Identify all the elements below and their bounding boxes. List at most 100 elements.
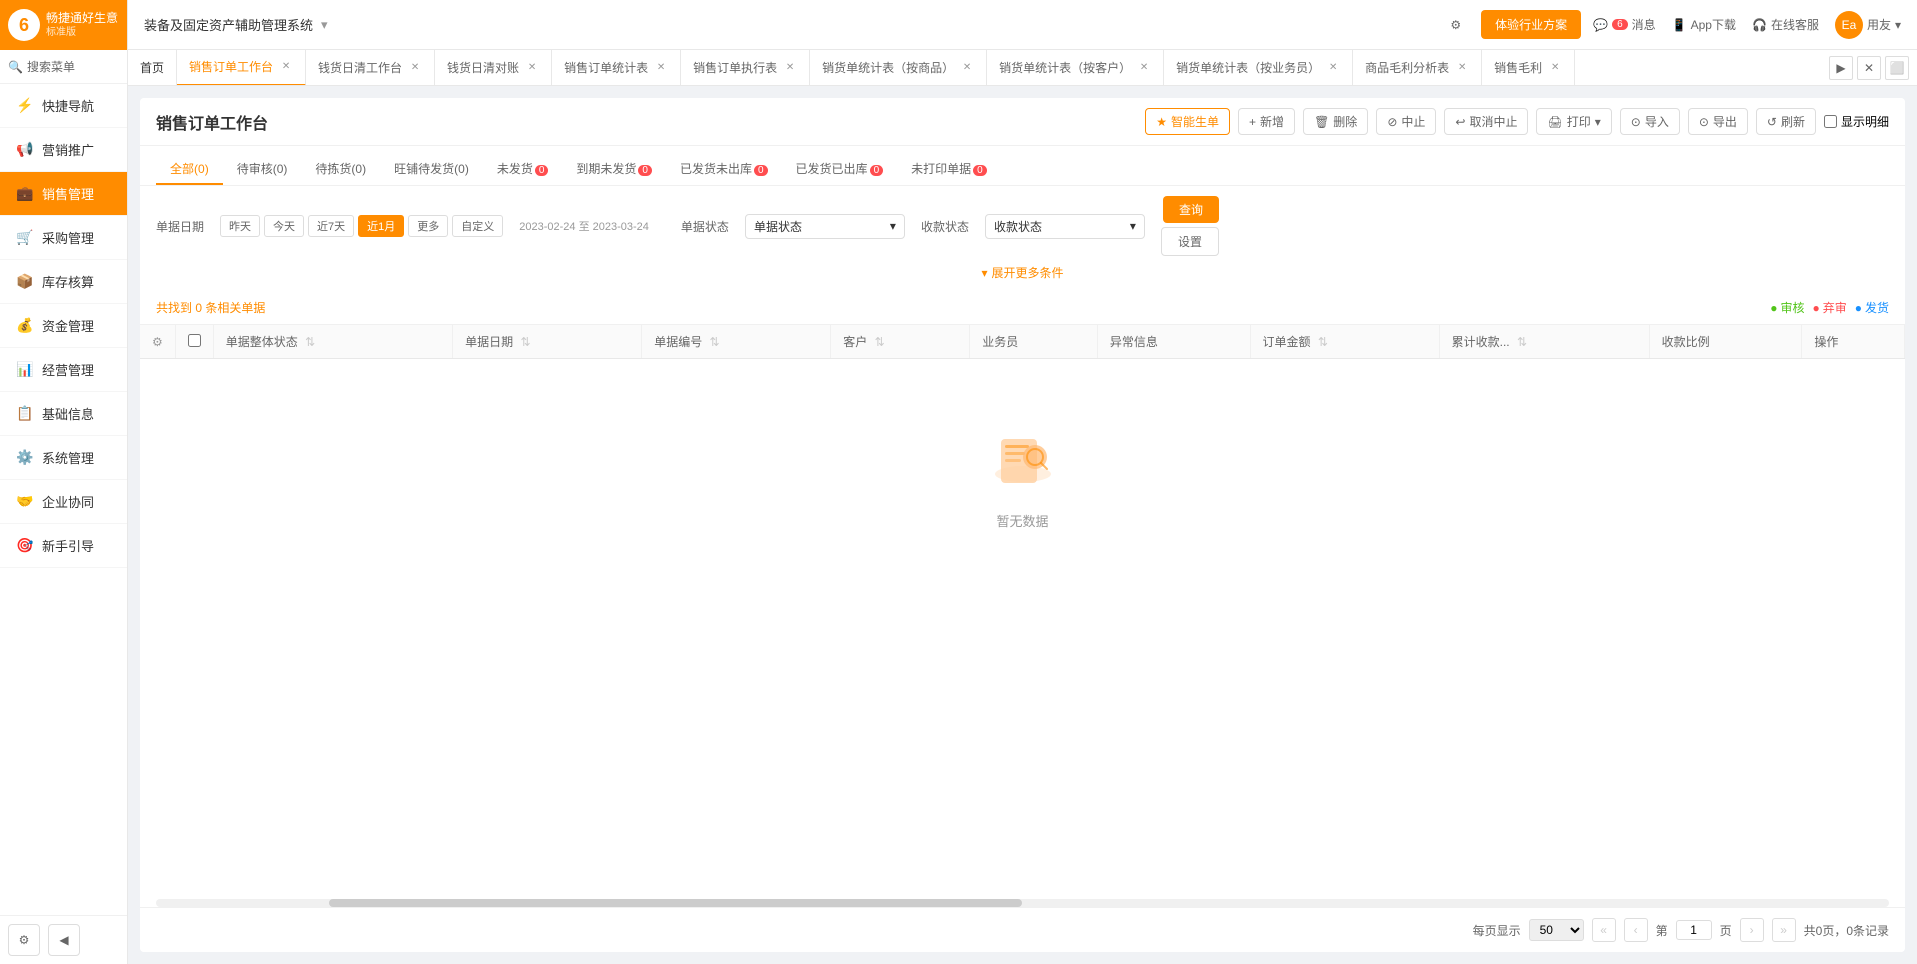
sidebar-item-purchase[interactable]: 🛒 采购管理 xyxy=(0,216,127,260)
tab-sales-by-product[interactable]: 销货单统计表（按商品） ✕ xyxy=(810,50,987,86)
date-btn-yesterday[interactable]: 昨天 xyxy=(220,215,260,237)
tab-close-all-btn[interactable]: ✕ xyxy=(1857,56,1881,80)
show-detail-label[interactable]: 显示明细 xyxy=(1824,113,1889,130)
tab-close-cash-reconcile[interactable]: ✕ xyxy=(525,61,539,75)
sidebar-item-basic-info[interactable]: 📋 基础信息 xyxy=(0,392,127,436)
date-btn-1month[interactable]: 近1月 xyxy=(358,215,404,237)
amount-sort-icon[interactable]: ⇅ xyxy=(1318,335,1328,349)
status-select[interactable]: 单据状态 ▾ xyxy=(745,214,905,239)
tab-close-sales-by-product[interactable]: ✕ xyxy=(960,61,974,75)
tab-cash-daily[interactable]: 钱货日清工作台 ✕ xyxy=(306,50,435,86)
tab-home[interactable]: 首页 xyxy=(128,50,177,86)
date-btn-custom[interactable]: 自定义 xyxy=(452,215,503,237)
sidebar-item-guide[interactable]: 🎯 新手引导 xyxy=(0,524,127,568)
ship-btn[interactable]: ● 发货 xyxy=(1855,299,1889,316)
horizontal-scrollbar[interactable] xyxy=(156,899,1889,907)
show-detail-checkbox[interactable] xyxy=(1824,115,1837,128)
sidebar-item-operations[interactable]: 📊 经营管理 xyxy=(0,348,127,392)
date-range-group: 昨天 今天 近7天 近1月 更多 自定义 xyxy=(220,215,503,237)
delete-btn[interactable]: 🗑 删除 xyxy=(1303,108,1368,135)
date-btn-7days[interactable]: 近7天 xyxy=(308,215,354,237)
filter-tab-not-shipped[interactable]: 未发货0 xyxy=(483,154,563,185)
payment-select[interactable]: 收款状态 ▾ xyxy=(985,214,1145,239)
page-size-select[interactable]: 50 100 200 xyxy=(1529,919,1584,941)
filter-tab-not-printed[interactable]: 未打印单据0 xyxy=(897,154,1001,185)
system-dropdown-arrow[interactable]: ▾ xyxy=(321,17,328,33)
collected-sort-icon[interactable]: ⇅ xyxy=(1517,335,1527,349)
online-service-btn[interactable]: 🎧 在线客服 xyxy=(1752,16,1819,33)
tab-sales-by-customer[interactable]: 销货单统计表（按客户） ✕ xyxy=(987,50,1164,86)
smart-gen-btn[interactable]: ★ 智能生单 xyxy=(1145,108,1230,135)
tab-close-sales-by-staff[interactable]: ✕ xyxy=(1326,61,1340,75)
experience-btn[interactable]: 体验行业方案 xyxy=(1481,10,1581,39)
sidebar-search[interactable]: 🔍 搜索菜单 xyxy=(0,50,127,84)
cancel-pause-btn[interactable]: ↩ 取消中止 xyxy=(1444,108,1528,135)
tab-gross-margin[interactable]: 商品毛利分析表 ✕ xyxy=(1353,50,1482,86)
briefcase-icon: 💼 xyxy=(16,185,34,202)
sidebar-item-marketing[interactable]: 📢 营销推广 xyxy=(0,128,127,172)
pause-btn[interactable]: ⊘ 中止 xyxy=(1376,108,1436,135)
first-page-btn[interactable]: « xyxy=(1592,918,1616,942)
main-content: 装备及固定资产辅助管理系统 ▾ ⚙ 体验行业方案 💬 6 消息 📱 App下载 … xyxy=(128,0,1917,964)
export-btn[interactable]: ⊙ 导出 xyxy=(1688,108,1748,135)
tab-close-sales-profit[interactable]: ✕ xyxy=(1548,61,1562,75)
page-number-input[interactable] xyxy=(1676,920,1712,940)
search-btn[interactable]: 查询 xyxy=(1163,196,1219,223)
add-btn[interactable]: + 新增 xyxy=(1238,108,1295,135)
print-btn[interactable]: 🖨 打印 ▾ xyxy=(1536,108,1611,135)
refresh-btn[interactable]: ↺ 刷新 xyxy=(1756,108,1816,135)
date-sort-icon[interactable]: ⇅ xyxy=(520,335,530,349)
expand-more-btn[interactable]: ▾ 展开更多条件 xyxy=(981,264,1063,281)
import-btn[interactable]: ⊙ 导入 xyxy=(1620,108,1680,135)
tab-close-gross-margin[interactable]: ✕ xyxy=(1455,61,1469,75)
tab-close-sales-by-customer[interactable]: ✕ xyxy=(1137,61,1151,75)
messages-btn[interactable]: 💬 6 消息 xyxy=(1593,16,1656,33)
tab-sales-workbench[interactable]: 销售订单工作台 ✕ xyxy=(177,50,306,86)
app-download-btn[interactable]: 📱 App下载 xyxy=(1672,16,1736,33)
header-right: 💬 6 消息 📱 App下载 🎧 在线客服 Ea 用友 ▾ xyxy=(1593,11,1901,39)
sidebar-item-system[interactable]: ⚙️ 系统管理 xyxy=(0,436,127,480)
sidebar-item-inventory[interactable]: 📦 库存核算 xyxy=(0,260,127,304)
tab-sales-exec[interactable]: 销售订单执行表 ✕ xyxy=(681,50,810,86)
customer-sort-icon[interactable]: ⇅ xyxy=(875,335,885,349)
setting-btn[interactable]: 设置 xyxy=(1161,227,1219,256)
approve-btn[interactable]: ● 审核 xyxy=(1770,299,1804,316)
tab-maximize-btn[interactable]: ⬜ xyxy=(1885,56,1909,80)
settings-bottom-btn[interactable]: ⚙ xyxy=(8,924,40,956)
filter-tab-shipped-warehoused[interactable]: 已发货已出库0 xyxy=(782,154,898,185)
filter-tab-pending-inspect[interactable]: 待拣货(0) xyxy=(301,154,380,185)
tab-sales-stats[interactable]: 销售订单统计表 ✕ xyxy=(552,50,681,86)
select-all-checkbox[interactable] xyxy=(188,334,201,347)
collapse-btn[interactable]: ◀ xyxy=(48,924,80,956)
filter-tab-pending-review[interactable]: 待审核(0) xyxy=(223,154,302,185)
sidebar-item-quick-nav[interactable]: ⚡ 快捷导航 xyxy=(0,84,127,128)
revoke-btn[interactable]: ● 弃审 xyxy=(1812,299,1846,316)
date-btn-more[interactable]: 更多 xyxy=(408,215,448,237)
tab-close-cash-daily[interactable]: ✕ xyxy=(408,61,422,75)
header-gear-icon[interactable]: ⚙ xyxy=(1450,18,1461,32)
sidebar-item-sales[interactable]: 💼 销售管理 xyxy=(0,172,127,216)
filter-tab-wangpu[interactable]: 旺铺待发货(0) xyxy=(380,154,483,185)
prev-page-btn[interactable]: ‹ xyxy=(1624,918,1648,942)
table-scroll-inner[interactable]: ⚙ 单据整体状态 ⇅ xyxy=(140,325,1905,899)
tab-close-sales-exec[interactable]: ✕ xyxy=(783,61,797,75)
tab-cash-reconcile[interactable]: 钱货日清对账 ✕ xyxy=(435,50,552,86)
column-gear-icon[interactable]: ⚙ xyxy=(152,335,163,349)
tab-close-sales-stats[interactable]: ✕ xyxy=(654,61,668,75)
filter-tab-shipped-not-warehoused[interactable]: 已发货未出库0 xyxy=(666,154,782,185)
status-sort-icon[interactable]: ⇅ xyxy=(305,335,315,349)
sidebar-item-finance[interactable]: 💰 资金管理 xyxy=(0,304,127,348)
tab-scroll-right-btn[interactable]: ▶ xyxy=(1829,56,1853,80)
filter-tab-all[interactable]: 全部(0) xyxy=(156,154,223,185)
tab-close-sales-workbench[interactable]: ✕ xyxy=(279,60,293,74)
horizontal-scrollbar-thumb[interactable] xyxy=(329,899,1022,907)
sidebar-item-cooperation[interactable]: 🤝 企业协同 xyxy=(0,480,127,524)
next-page-btn[interactable]: › xyxy=(1740,918,1764,942)
last-page-btn[interactable]: » xyxy=(1772,918,1796,942)
tab-sales-by-staff[interactable]: 销货单统计表（按业务员） ✕ xyxy=(1164,50,1353,86)
number-sort-icon[interactable]: ⇅ xyxy=(710,335,720,349)
tab-sales-profit[interactable]: 销售毛利 ✕ xyxy=(1482,50,1575,86)
user-menu-btn[interactable]: Ea 用友 ▾ xyxy=(1835,11,1901,39)
filter-tab-overdue[interactable]: 到期未发货0 xyxy=(562,154,666,185)
date-btn-today[interactable]: 今天 xyxy=(264,215,304,237)
